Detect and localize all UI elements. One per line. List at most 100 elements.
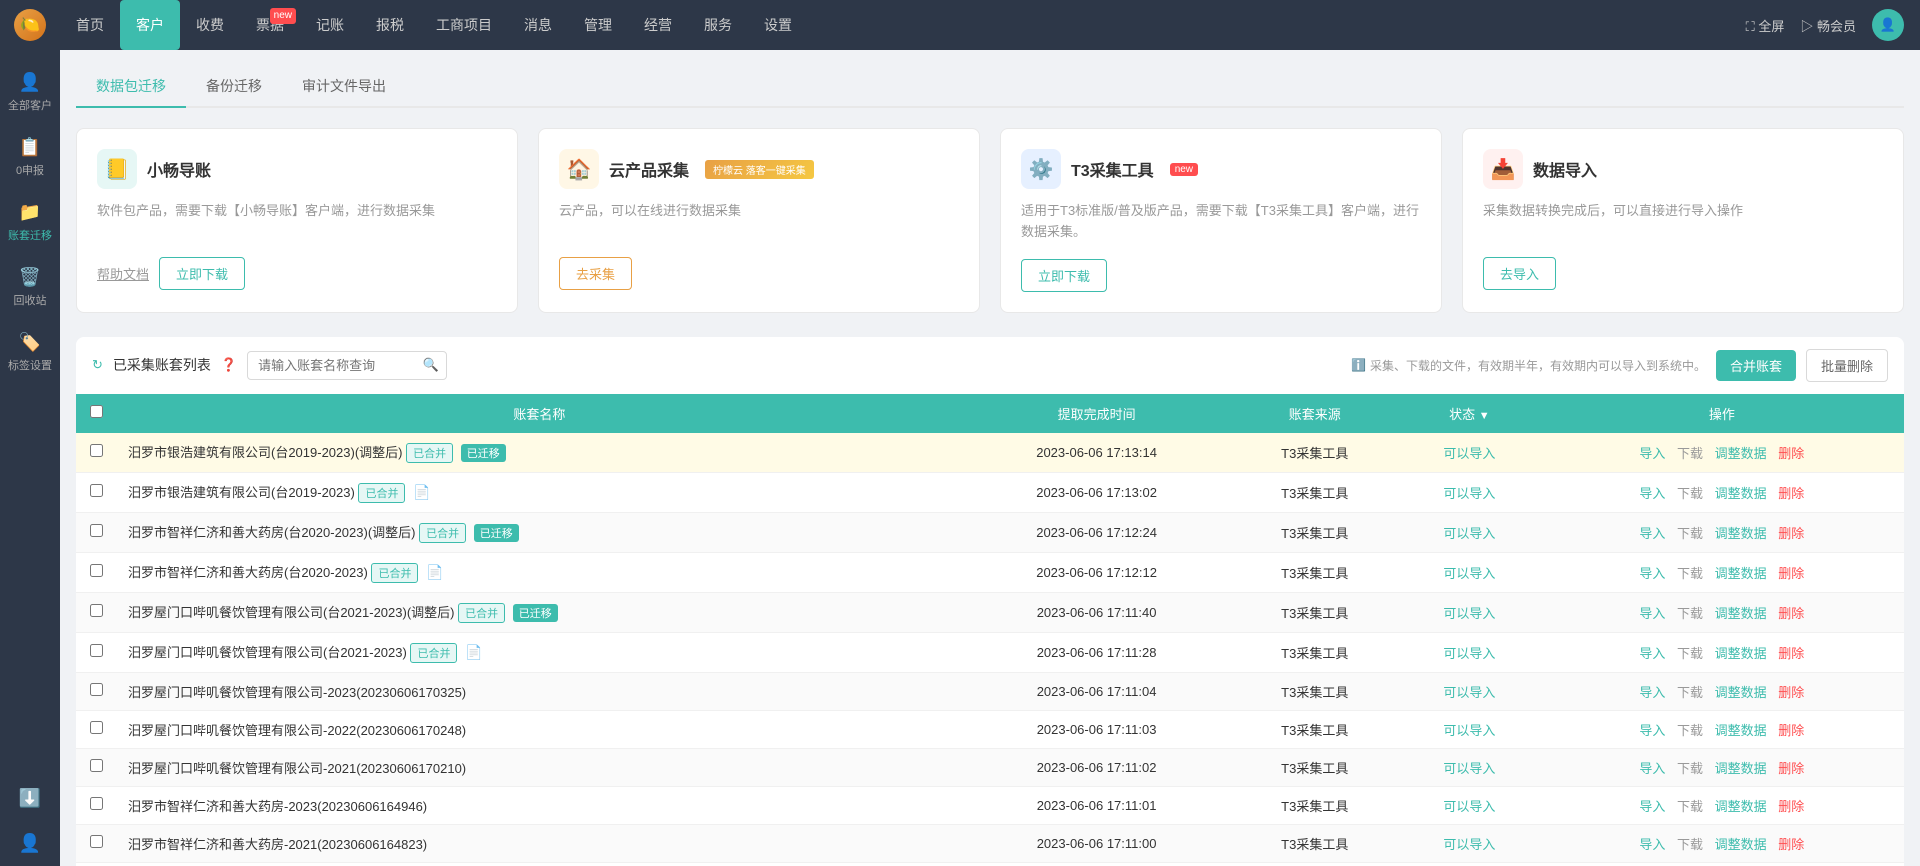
- search-button[interactable]: 🔍: [423, 357, 439, 373]
- row-checkbox[interactable]: [90, 524, 103, 537]
- delete-action-btn[interactable]: 删除: [1778, 606, 1804, 621]
- cell-actions: 导入 下载 调整数据 删除: [1540, 786, 1904, 824]
- col-source: 账套来源: [1230, 394, 1399, 433]
- nav-item-invoice[interactable]: 票据 new: [240, 0, 300, 50]
- adjust-action-btn[interactable]: 调整数据: [1715, 446, 1767, 461]
- sidebar-item-download[interactable]: ⬇️: [19, 776, 41, 821]
- delete-action-btn[interactable]: 删除: [1778, 486, 1804, 501]
- import-action-btn[interactable]: 导入: [1639, 486, 1665, 501]
- adjust-action-btn[interactable]: 调整数据: [1715, 606, 1767, 621]
- nav-item-service[interactable]: 服务: [688, 0, 748, 50]
- file-icon: 📄: [413, 484, 430, 500]
- delete-action-btn[interactable]: 删除: [1778, 761, 1804, 776]
- row-checkbox[interactable]: [90, 604, 103, 617]
- header-checkbox[interactable]: [76, 394, 116, 433]
- download-action-btn[interactable]: 下载: [1677, 446, 1703, 461]
- nav-item-accounting[interactable]: 记账: [300, 0, 360, 50]
- select-all-checkbox[interactable]: [90, 405, 103, 418]
- download-btn-xiaochangdaozhang[interactable]: 立即下载: [159, 257, 245, 290]
- col-status[interactable]: 状态 ▼: [1399, 394, 1540, 433]
- delete-action-btn[interactable]: 删除: [1778, 526, 1804, 541]
- import-action-btn[interactable]: 导入: [1639, 799, 1665, 814]
- delete-action-btn[interactable]: 删除: [1778, 446, 1804, 461]
- import-action-btn[interactable]: 导入: [1639, 606, 1665, 621]
- row-checkbox[interactable]: [90, 721, 103, 734]
- row-checkbox[interactable]: [90, 484, 103, 497]
- row-checkbox[interactable]: [90, 759, 103, 772]
- nav-item-business[interactable]: 工商项目: [420, 0, 508, 50]
- cell-status: 可以导入: [1399, 710, 1540, 748]
- download-action-btn[interactable]: 下载: [1677, 486, 1703, 501]
- download-action-btn[interactable]: 下载: [1677, 646, 1703, 661]
- row-checkbox[interactable]: [90, 644, 103, 657]
- delete-action-btn[interactable]: 删除: [1778, 723, 1804, 738]
- sidebar-item-account-migrate[interactable]: 📁 账套迁移: [0, 190, 60, 255]
- download-action-btn[interactable]: 下载: [1677, 685, 1703, 700]
- sidebar-item-label-settings[interactable]: 🏷️ 标签设置: [0, 320, 60, 385]
- search-input[interactable]: [247, 351, 447, 380]
- delete-action-btn[interactable]: 删除: [1778, 799, 1804, 814]
- nav-item-message[interactable]: 消息: [508, 0, 568, 50]
- adjust-action-btn[interactable]: 调整数据: [1715, 799, 1767, 814]
- sidebar-item-user[interactable]: 👤: [19, 821, 41, 866]
- adjust-action-btn[interactable]: 调整数据: [1715, 761, 1767, 776]
- download-action-btn[interactable]: 下载: [1677, 526, 1703, 541]
- member-btn[interactable]: ▷ 畅会员: [1800, 16, 1856, 35]
- download-action-btn[interactable]: 下载: [1677, 837, 1703, 852]
- adjust-action-btn[interactable]: 调整数据: [1715, 526, 1767, 541]
- download-action-btn[interactable]: 下载: [1677, 761, 1703, 776]
- download-action-btn[interactable]: 下载: [1677, 566, 1703, 581]
- tab-data-migration[interactable]: 数据包迁移: [76, 66, 186, 108]
- delete-action-btn[interactable]: 删除: [1778, 837, 1804, 852]
- row-checkbox[interactable]: [90, 683, 103, 696]
- user-avatar[interactable]: 👤: [1872, 9, 1904, 41]
- download-action-btn[interactable]: 下载: [1677, 606, 1703, 621]
- fullscreen-btn[interactable]: ⛶ 全屏: [1746, 16, 1785, 35]
- nav-item-home[interactable]: 首页: [60, 0, 120, 50]
- import-action-btn[interactable]: 导入: [1639, 723, 1665, 738]
- import-action-btn[interactable]: 导入: [1639, 761, 1665, 776]
- tab-audit-export[interactable]: 审计文件导出: [282, 66, 406, 108]
- app-logo[interactable]: 🍋: [0, 0, 60, 50]
- row-checkbox[interactable]: [90, 797, 103, 810]
- adjust-action-btn[interactable]: 调整数据: [1715, 486, 1767, 501]
- download-action-btn[interactable]: 下载: [1677, 799, 1703, 814]
- row-checkbox[interactable]: [90, 835, 103, 848]
- refresh-icon[interactable]: ↻: [92, 357, 103, 373]
- import-action-btn[interactable]: 导入: [1639, 837, 1665, 852]
- sidebar-item-zero-declare[interactable]: 📋 0申报: [0, 125, 60, 190]
- collect-btn-yunproduct[interactable]: 去采集: [559, 257, 632, 290]
- batch-delete-btn[interactable]: 批量删除: [1806, 349, 1888, 382]
- tag-已迁移: 已迁移: [474, 524, 519, 542]
- adjust-action-btn[interactable]: 调整数据: [1715, 566, 1767, 581]
- nav-item-customer[interactable]: 客户: [120, 0, 180, 50]
- help-doc-link[interactable]: 帮助文档: [97, 264, 149, 283]
- adjust-action-btn[interactable]: 调整数据: [1715, 723, 1767, 738]
- import-action-btn[interactable]: 导入: [1639, 526, 1665, 541]
- import-action-btn[interactable]: 导入: [1639, 685, 1665, 700]
- nav-item-manage[interactable]: 管理: [568, 0, 628, 50]
- import-action-btn[interactable]: 导入: [1639, 566, 1665, 581]
- sidebar-item-all-customers[interactable]: 👤 全部客户: [0, 60, 60, 125]
- download-action-btn[interactable]: 下载: [1677, 723, 1703, 738]
- account-name: 汨罗屋门口哔叽餐饮管理有限公司(台2021-2023)(调整后): [128, 605, 455, 620]
- sidebar-item-recycle[interactable]: 🗑️ 回收站: [0, 255, 60, 320]
- import-btn-dataimport[interactable]: 去导入: [1483, 257, 1556, 290]
- nav-item-fee[interactable]: 收费: [180, 0, 240, 50]
- adjust-action-btn[interactable]: 调整数据: [1715, 685, 1767, 700]
- download-btn-t3tool[interactable]: 立即下载: [1021, 259, 1107, 292]
- import-action-btn[interactable]: 导入: [1639, 646, 1665, 661]
- nav-item-settings[interactable]: 设置: [748, 0, 808, 50]
- tab-backup-migration[interactable]: 备份迁移: [186, 66, 282, 108]
- nav-item-operation[interactable]: 经营: [628, 0, 688, 50]
- adjust-action-btn[interactable]: 调整数据: [1715, 837, 1767, 852]
- adjust-action-btn[interactable]: 调整数据: [1715, 646, 1767, 661]
- nav-item-tax[interactable]: 报税: [360, 0, 420, 50]
- delete-action-btn[interactable]: 删除: [1778, 566, 1804, 581]
- merge-accounts-btn[interactable]: 合并账套: [1716, 350, 1796, 381]
- delete-action-btn[interactable]: 删除: [1778, 646, 1804, 661]
- import-action-btn[interactable]: 导入: [1639, 446, 1665, 461]
- row-checkbox[interactable]: [90, 444, 103, 457]
- delete-action-btn[interactable]: 删除: [1778, 685, 1804, 700]
- row-checkbox[interactable]: [90, 564, 103, 577]
